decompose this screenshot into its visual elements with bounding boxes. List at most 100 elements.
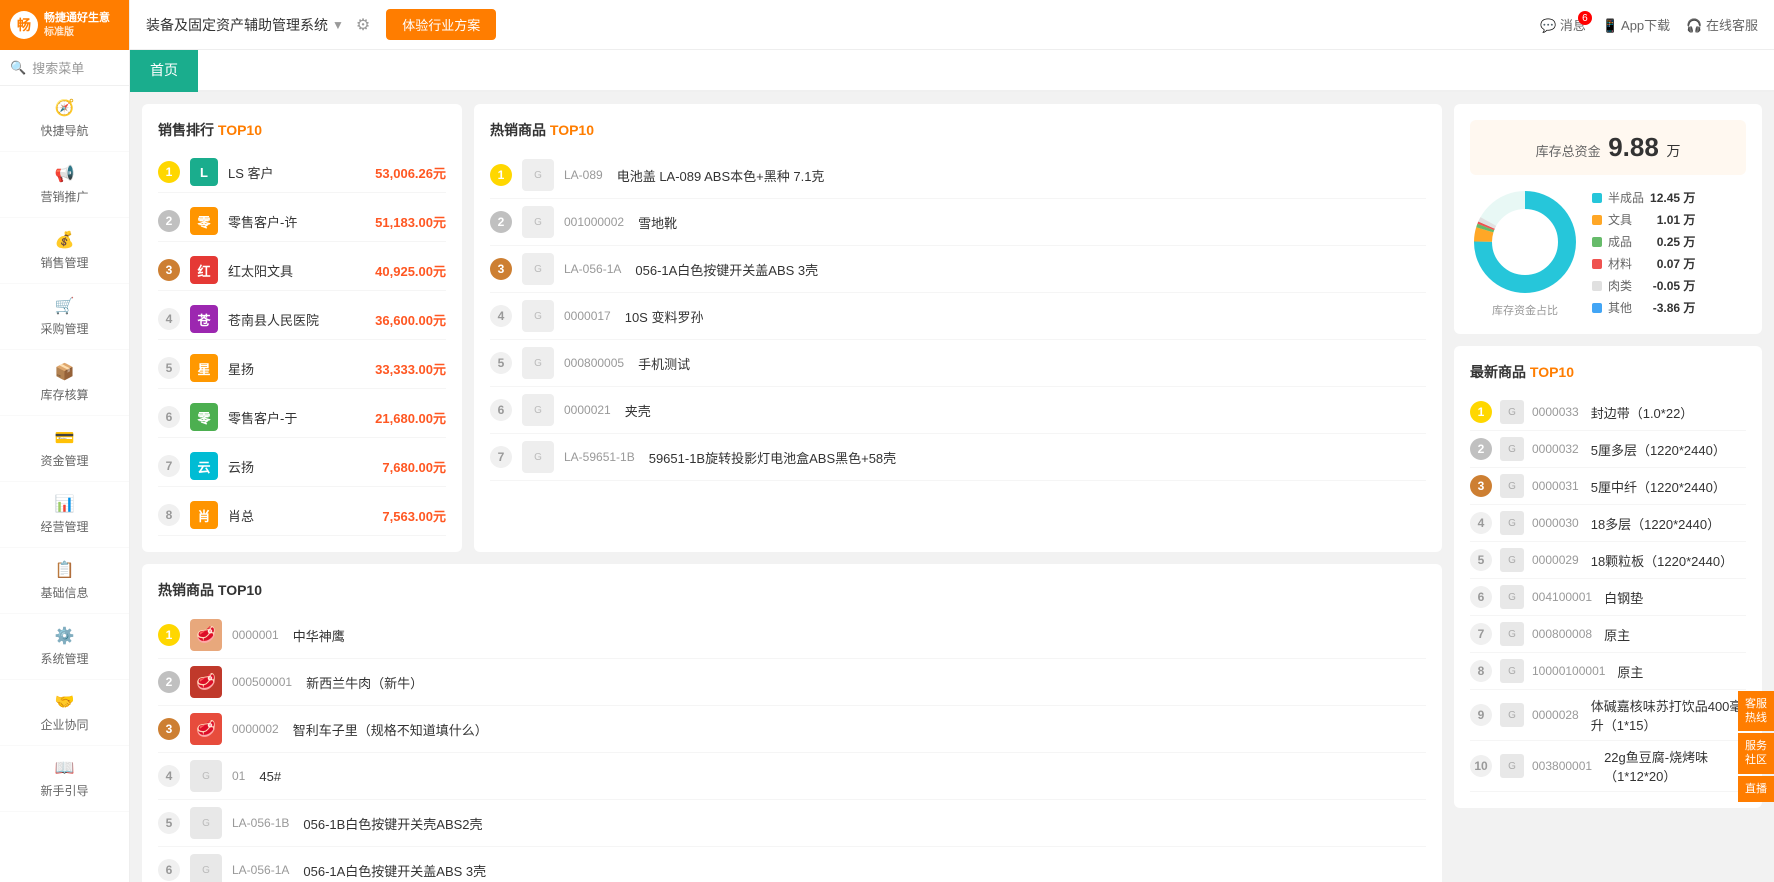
product-image-sm: G <box>1500 622 1524 646</box>
nav-icon: 💰 <box>55 230 75 250</box>
product-code: LA-056-1B <box>232 816 289 830</box>
product-name: 5厘中纤（1220*2440） <box>1591 477 1726 496</box>
sidebar-item-基础信息[interactable]: 📋基础信息 <box>0 548 129 614</box>
nav-label: 营销推广 <box>40 188 88 205</box>
rank-number: 10 <box>1470 755 1492 777</box>
product-code: LA-59651-1B <box>564 450 635 464</box>
rank-number: 3 <box>158 718 180 740</box>
tabs-bar: 首页 <box>130 50 1774 92</box>
nav-icon: 🧭 <box>55 98 75 118</box>
product-image: G <box>522 441 554 473</box>
legend-value: -0.05 万 <box>1653 277 1696 294</box>
search-icon: 🔍 <box>10 60 26 76</box>
sidebar-item-企业协同[interactable]: 🤝企业协同 <box>0 680 129 746</box>
right-panel: 库存总资金 9.88 万 <box>1454 92 1774 882</box>
product-image: G <box>522 394 554 426</box>
sidebar: 畅 畅捷通好生意 标准版 🔍 搜索菜单 🧭快捷导航📢营销推广💰销售管理🛒采购管理… <box>0 0 130 882</box>
sidebar-item-快捷导航[interactable]: 🧭快捷导航 <box>0 86 129 152</box>
app-download[interactable]: 📱 App下载 <box>1602 15 1670 34</box>
rank-number: 7 <box>1470 623 1492 645</box>
sidebar-item-新手引导[interactable]: 📖新手引导 <box>0 746 129 812</box>
sidebar-item-系统管理[interactable]: ⚙️系统管理 <box>0 614 129 680</box>
product-name: 10S 变料罗孙 <box>625 307 704 326</box>
messages-badge[interactable]: 💬 6 消息 <box>1540 15 1586 34</box>
sidebar-item-销售管理[interactable]: 💰销售管理 <box>0 218 129 284</box>
main-area: 装备及固定资产辅助管理系统 ▼ ⚙ 体验行业方案 💬 6 消息 📱 App下载 … <box>130 0 1774 882</box>
sidebar-item-库存核算[interactable]: 📦库存核算 <box>0 350 129 416</box>
hot-product-item: 4 G 01 45# <box>158 753 1426 800</box>
hot-products-right-list: 1 G LA-089 电池盖 LA-089 ABS本色+黑种 7.1克 2 G … <box>490 152 1426 481</box>
content-area: 销售排行 TOP10 1 L LS 客户 53,006.26元 2 零 零售客户… <box>130 92 1774 882</box>
product-image-sm: G <box>1500 754 1524 778</box>
rank-number: 7 <box>158 455 180 477</box>
sidebar-search[interactable]: 🔍 搜索菜单 <box>0 50 129 86</box>
product-name: 雪地靴 <box>638 213 677 232</box>
sales-ranking-title: 销售排行 TOP10 <box>158 120 446 140</box>
online-service[interactable]: 🎧 在线客服 <box>1686 15 1758 34</box>
product-name: 封边带（1.0*22） <box>1591 403 1694 422</box>
sidebar-item-采购管理[interactable]: 🛒采购管理 <box>0 284 129 350</box>
inventory-total: 库存总资金 9.88 万 <box>1470 120 1746 175</box>
rank-amount: 36,600.00元 <box>375 310 446 329</box>
product-code: LA-089 <box>564 168 603 182</box>
rank-amount: 33,333.00元 <box>375 359 446 378</box>
rank-number: 5 <box>1470 549 1492 571</box>
rank-number: 6 <box>158 406 180 428</box>
product-image-sm: G <box>1500 437 1524 461</box>
rank-avatar: 零 <box>190 207 218 235</box>
legend-label: 半成品 <box>1608 189 1644 206</box>
sidebar-item-经营管理[interactable]: 📊经营管理 <box>0 482 129 548</box>
system-selector[interactable]: 装备及固定资产辅助管理系统 ▼ <box>146 15 344 35</box>
product-image: G <box>522 206 554 238</box>
nav-icon: 📖 <box>55 758 75 778</box>
rank-name: 红太阳文具 <box>228 261 365 280</box>
customer-service-btn[interactable]: 客服 热线 <box>1738 691 1774 732</box>
nav-label: 基础信息 <box>40 584 88 601</box>
product-code: 0000002 <box>232 722 279 736</box>
hot-product-right-item: 3 G LA-056-1A 056-1A白色按键开关盖ABS 3壳 <box>490 246 1426 293</box>
product-name: 59651-1B旋转投影灯电池盒ABS黑色+58壳 <box>649 448 896 467</box>
search-label: 搜索菜单 <box>32 58 84 77</box>
product-image-sm: G <box>1500 511 1524 535</box>
rank-number: 3 <box>490 258 512 280</box>
rank-item: 6 零 零售客户-于 21,680.00元 <box>158 397 446 438</box>
rank-number: 3 <box>158 259 180 281</box>
product-image-sm: G <box>1500 585 1524 609</box>
hot-products-right-card: 热销商品 TOP10 1 G LA-089 电池盖 LA-089 ABS本色+黑… <box>474 104 1442 552</box>
product-name: 原主 <box>1604 625 1630 644</box>
legend-dot <box>1592 303 1602 313</box>
trial-button[interactable]: 体验行业方案 <box>386 9 496 40</box>
product-name: 45# <box>259 769 281 784</box>
newest-product-item: 8 G 10000100001 原主 <box>1470 653 1746 690</box>
product-image: G <box>522 159 554 191</box>
rank-number: 8 <box>158 504 180 526</box>
rank-avatar: L <box>190 158 218 186</box>
nav-icon: ⚙️ <box>55 626 75 646</box>
settings-icon[interactable]: ⚙ <box>356 15 370 35</box>
livestream-btn[interactable]: 直播 <box>1738 776 1774 802</box>
sidebar-item-资金管理[interactable]: 💳资金管理 <box>0 416 129 482</box>
rank-number: 6 <box>158 859 180 881</box>
logo-icon: 畅 <box>10 11 38 39</box>
rank-number: 4 <box>490 305 512 327</box>
rank-number: 2 <box>158 671 180 693</box>
legend-item: 文具 1.01 万 <box>1592 211 1695 228</box>
rank-name: 星扬 <box>228 359 365 378</box>
newest-product-item: 9 G 0000028 体碱嘉核味苏打饮品400毫升（1*15） <box>1470 690 1746 741</box>
rank-number: 5 <box>490 352 512 374</box>
product-code: 0000029 <box>1532 553 1579 567</box>
message-count: 6 <box>1578 11 1592 25</box>
service-community-btn[interactable]: 服务 社区 <box>1738 733 1774 774</box>
product-image: G <box>190 807 222 839</box>
rank-item: 7 云 云扬 7,680.00元 <box>158 446 446 487</box>
legend-dot <box>1592 259 1602 269</box>
sidebar-item-营销推广[interactable]: 📢营销推广 <box>0 152 129 218</box>
rank-number: 1 <box>490 164 512 186</box>
product-image-sm: G <box>1500 400 1524 424</box>
product-code: 000800005 <box>564 356 624 370</box>
sales-ranking-card: 销售排行 TOP10 1 L LS 客户 53,006.26元 2 零 零售客户… <box>142 104 462 552</box>
tab-home[interactable]: 首页 <box>130 50 198 92</box>
product-code: 01 <box>232 769 245 783</box>
product-name: 新西兰牛肉（新牛） <box>306 673 423 692</box>
rank-name: 云扬 <box>228 457 372 476</box>
